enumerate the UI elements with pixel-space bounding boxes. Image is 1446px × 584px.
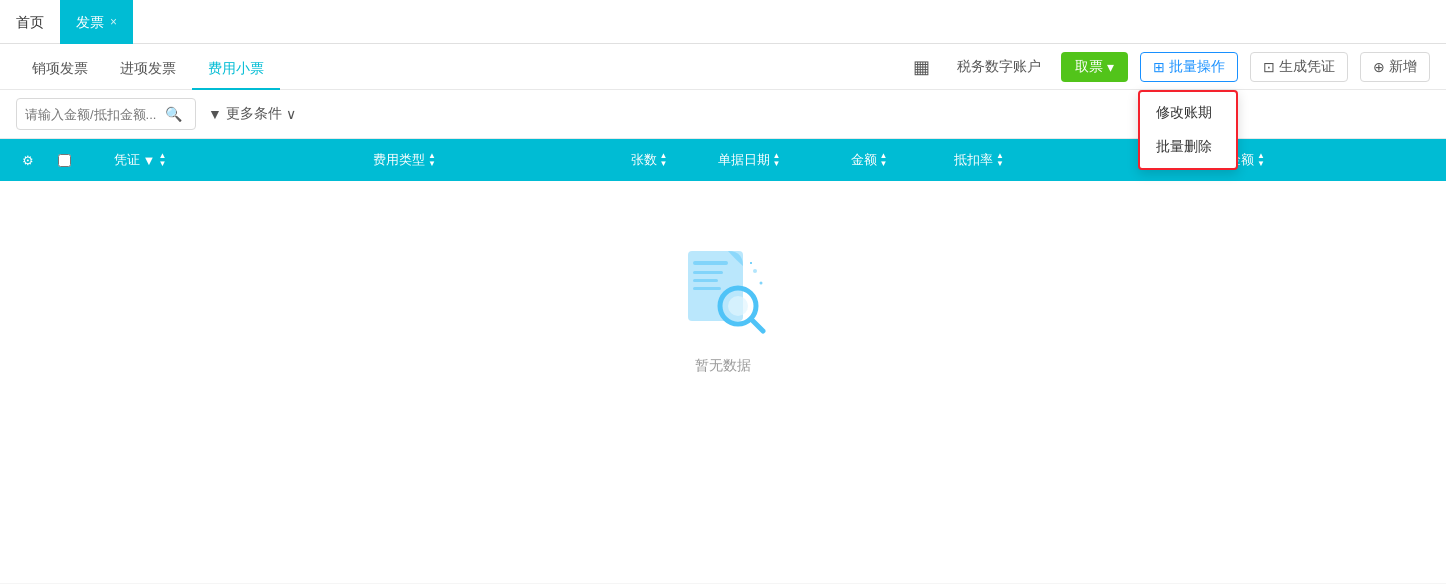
gear-icon: ⚙: [22, 153, 34, 168]
filter-arrow-icon: ∨: [286, 106, 296, 122]
svg-point-6: [728, 296, 748, 316]
search-box[interactable]: 🔍: [16, 98, 196, 130]
th-count[interactable]: 张数 ▲▼: [609, 151, 689, 169]
th-voucher-sort[interactable]: ▲▼: [158, 152, 166, 168]
search-input[interactable]: [25, 107, 165, 122]
th-rate-sort[interactable]: ▲▼: [996, 152, 1004, 168]
th-count-label: 张数: [631, 151, 657, 169]
svg-rect-3: [693, 279, 718, 282]
th-deduct-sort[interactable]: ▲▼: [1257, 152, 1265, 168]
sub-tabs-left: 销项发票 进项发票 费用小票: [16, 44, 280, 89]
th-date-sort[interactable]: ▲▼: [773, 152, 781, 168]
svg-line-7: [751, 319, 763, 331]
batch-label: 批量操作: [1169, 58, 1225, 76]
sub-tabs-bar: 销项发票 进项发票 费用小票 ▦ 税务数字账户 取票 ▾ ⊞ 批量操作 修改账期…: [0, 44, 1446, 90]
batch-icon: ⊞: [1153, 59, 1165, 75]
select-all-checkbox[interactable]: [58, 154, 71, 167]
tab-sales-invoice[interactable]: 销项发票: [16, 45, 104, 90]
qr-button[interactable]: ▦: [905, 51, 937, 83]
svg-rect-2: [693, 271, 723, 274]
svg-rect-1: [693, 261, 728, 265]
th-amount-sort[interactable]: ▲▼: [880, 152, 888, 168]
empty-text: 暂无数据: [695, 357, 751, 375]
th-date[interactable]: 单据日期 ▲▼: [689, 151, 809, 169]
batch-dropdown-menu: 修改账期 批量删除: [1138, 90, 1238, 170]
batch-operations-wrapper: ⊞ 批量操作 修改账期 批量删除: [1140, 52, 1238, 82]
top-nav: 首页 发票 ×: [0, 0, 1446, 44]
th-voucher-filter-icon: ▼: [143, 153, 156, 168]
home-tab[interactable]: 首页: [0, 0, 60, 44]
add-label: 新增: [1389, 58, 1417, 76]
svg-point-9: [760, 282, 763, 285]
invoice-tab-label: 发票: [76, 0, 104, 44]
generate-icon: ⊡: [1263, 59, 1275, 75]
tax-digital-account-button[interactable]: 税务数字账户: [949, 58, 1049, 76]
th-rate-label: 抵扣率: [954, 151, 993, 169]
generate-label: 生成凭证: [1279, 58, 1335, 76]
filter-label: 更多条件: [226, 105, 282, 123]
th-checkbox[interactable]: [48, 154, 80, 167]
th-date-label: 单据日期: [718, 151, 770, 169]
filter-funnel-icon: ▼: [208, 106, 222, 122]
add-button[interactable]: ⊕ 新增: [1360, 52, 1430, 82]
batch-delete-item[interactable]: 批量删除: [1140, 130, 1236, 164]
th-deduct-rate[interactable]: 抵扣率 ▲▼: [929, 151, 1029, 169]
take-invoice-button[interactable]: 取票 ▾: [1061, 52, 1128, 82]
filter-button[interactable]: ▼ 更多条件 ∨: [208, 105, 296, 123]
th-voucher[interactable]: 凭证 ▼ ▲▼: [80, 151, 200, 169]
edit-period-item[interactable]: 修改账期: [1140, 96, 1236, 130]
tab-purchase-invoice[interactable]: 进项发票: [104, 45, 192, 90]
svg-rect-4: [693, 287, 721, 290]
search-icon[interactable]: 🔍: [165, 106, 182, 122]
svg-point-10: [750, 262, 752, 264]
th-type-sort[interactable]: ▲▼: [428, 152, 436, 168]
th-voucher-label: 凭证: [114, 151, 140, 169]
take-arrow-icon: ▾: [1107, 59, 1114, 75]
svg-point-8: [753, 269, 757, 273]
close-tab-icon[interactable]: ×: [110, 0, 117, 44]
th-settings[interactable]: ⚙: [8, 153, 48, 168]
batch-operations-button[interactable]: ⊞ 批量操作: [1140, 52, 1238, 82]
main-content: 暂无数据: [0, 181, 1446, 583]
take-label: 取票: [1075, 58, 1103, 76]
generate-voucher-button[interactable]: ⊡ 生成凭证: [1250, 52, 1348, 82]
empty-state: 暂无数据: [0, 181, 1446, 415]
th-count-sort[interactable]: ▲▼: [660, 152, 668, 168]
sub-tabs-right: ▦ 税务数字账户 取票 ▾ ⊞ 批量操作 修改账期 批量删除 ⊡ 生成凭证 ⊕ …: [905, 51, 1430, 83]
th-type-label: 费用类型: [373, 151, 425, 169]
tab-expense-receipt[interactable]: 费用小票: [192, 45, 280, 90]
th-amount[interactable]: 金额 ▲▼: [809, 151, 929, 169]
invoice-tab[interactable]: 发票 ×: [60, 0, 133, 44]
add-icon: ⊕: [1373, 59, 1385, 75]
th-expense-type[interactable]: 费用类型 ▲▼: [200, 151, 609, 169]
empty-illustration: [673, 241, 773, 341]
th-amount-label: 金额: [851, 151, 877, 169]
